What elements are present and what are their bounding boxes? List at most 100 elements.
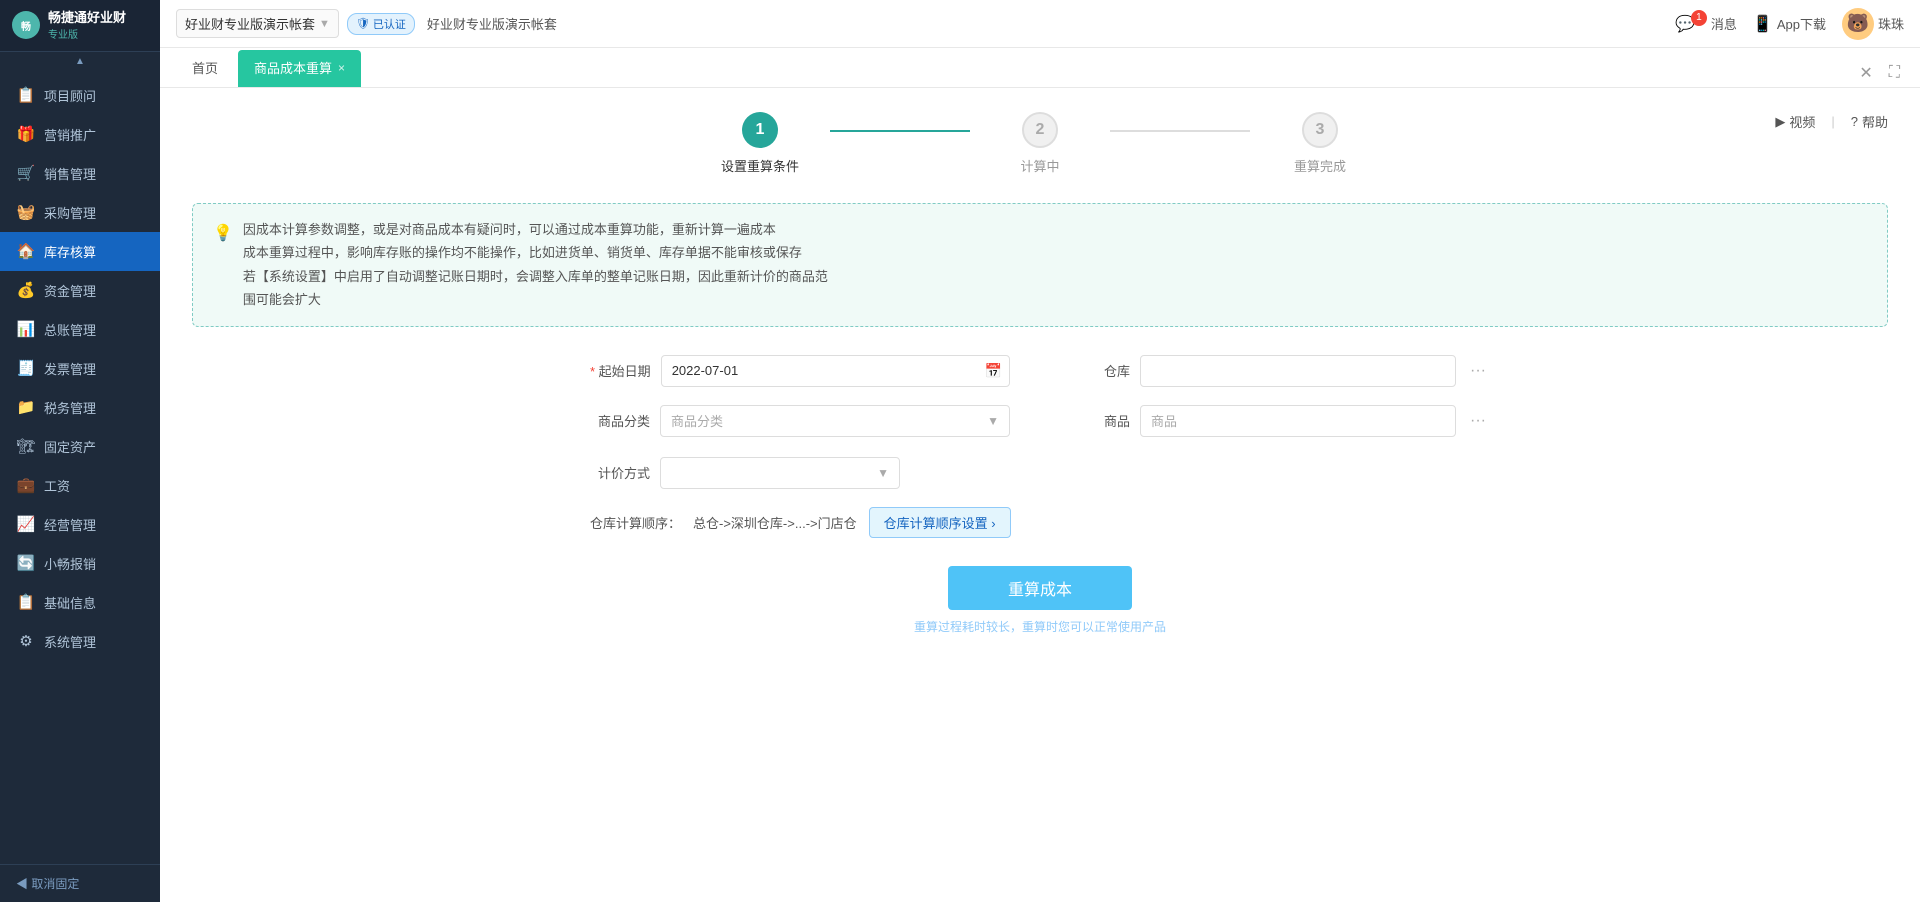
unpin-label: ◀ 取消固定 (16, 875, 79, 892)
app-download-action[interactable]: 📱 App下载 (1753, 14, 1826, 34)
product-more-btn[interactable]: ··· (1466, 412, 1490, 430)
stepper: 1 设置重算条件 2 计算中 3 重算完成 (192, 112, 1888, 175)
step-line-2 (1110, 130, 1250, 132)
tab-expand-btn[interactable]: ⛶ (1885, 60, 1904, 86)
recalc-btn-label: 重算成本 (1008, 582, 1072, 599)
category-arrow-icon: ▼ (987, 414, 999, 428)
user-name: 珠珠 (1878, 14, 1904, 33)
sidebar-item-assets[interactable]: 🏗 固定资产 (0, 427, 160, 466)
info-line-4: 围可能会扩大 (243, 288, 828, 311)
expense-icon: 🔄 (16, 554, 36, 572)
recalc-btn[interactable]: 重算成本 (948, 566, 1132, 610)
sidebar-item-system[interactable]: ⚙ 系统管理 (0, 622, 160, 661)
sidebar-logo: 畅 (12, 11, 40, 39)
user-avatar: 🐻 (1842, 8, 1874, 40)
info-box: 💡 因成本计算参数调整，或是对商品成本有疑问时，可以通过成本重算功能，重新计算一… (192, 203, 1888, 327)
info-line-1: 因成本计算参数调整，或是对商品成本有疑问时，可以通过成本重算功能，重新计算一遍成… (243, 218, 828, 241)
tab-home[interactable]: 首页 (176, 50, 234, 87)
assets-icon: 🏗 (16, 437, 36, 455)
app-download-label: App下载 (1777, 14, 1826, 33)
account-dropdown-icon: ▼ (319, 18, 330, 30)
sidebar-item-expense[interactable]: 🔄 小畅报销 (0, 544, 160, 583)
sidebar-subtitle: 专业版 (48, 26, 126, 41)
topbar: 好业财专业版演示帐套 ▼ 🛡 已认证 好业财专业版演示帐套 💬 1 消息 📱 A… (160, 0, 1920, 48)
sidebar-item-project[interactable]: 📋 项目顾问 (0, 76, 160, 115)
verified-badge: 🛡 已认证 (347, 13, 415, 35)
sidebar-item-inventory[interactable]: 🏠 库存核算 (0, 232, 160, 271)
sidebar-item-label: 经营管理 (44, 515, 96, 534)
tab-recalc[interactable]: 商品成本重算 × (238, 50, 361, 87)
calendar-icon[interactable]: 📅 (985, 362, 1002, 379)
category-select[interactable]: 商品分类 ▼ (660, 405, 1010, 437)
start-date-input[interactable] (661, 355, 1010, 387)
tabs-bar: 首页 商品成本重算 × ✕ ⛶ (160, 48, 1920, 88)
start-date-label: 起始日期 (590, 361, 651, 380)
sidebar-scroll-up[interactable]: ▲ (0, 52, 160, 72)
help-link[interactable]: ? 帮助 (1851, 112, 1888, 131)
sidebar-item-label: 固定资产 (44, 437, 96, 456)
form-grid: 起始日期 📅 仓库 ··· 商品分类 商品分类 ▼ (590, 355, 1490, 437)
main-area: 好业财专业版演示帐套 ▼ 🛡 已认证 好业财专业版演示帐套 💬 1 消息 📱 A… (160, 0, 1920, 902)
phone-icon: 📱 (1753, 14, 1773, 34)
sidebar-title: 畅捷通好业财 (48, 10, 126, 26)
warehouse-order-btn[interactable]: 仓库计算顺序设置 › (869, 507, 1011, 538)
help-row: ▶ 视频 | ? 帮助 (1775, 112, 1888, 131)
sidebar-item-invoice[interactable]: 🧾 发票管理 (0, 349, 160, 388)
pricing-select[interactable]: ▼ (660, 457, 900, 489)
sidebar-item-label: 小畅报销 (44, 554, 96, 573)
sidebar-item-marketing[interactable]: 🎁 营销推广 (0, 115, 160, 154)
tab-close-icon[interactable]: × (338, 61, 345, 75)
sidebar-item-operations[interactable]: 📈 经营管理 (0, 505, 160, 544)
step-1-label: 设置重算条件 (721, 156, 799, 175)
video-help[interactable]: ▶ 视频 (1775, 112, 1815, 131)
warehouse-order-value: 总仓->深圳仓库->...->门店仓 (693, 513, 857, 532)
step-1: 1 设置重算条件 (690, 112, 830, 175)
sidebar-item-label: 总账管理 (44, 320, 96, 339)
sidebar-item-basic[interactable]: 📋 基础信息 (0, 583, 160, 622)
product-select[interactable]: 商品 (1140, 405, 1456, 437)
sidebar-item-label: 系统管理 (44, 632, 96, 651)
account-selector[interactable]: 好业财专业版演示帐套 ▼ (176, 9, 339, 38)
sidebar-item-purchase[interactable]: 🧺 采购管理 (0, 193, 160, 232)
basic-icon: 📋 (16, 593, 36, 611)
purchase-icon: 🧺 (16, 203, 36, 221)
tab-home-label: 首页 (192, 61, 218, 76)
sidebar-item-salary[interactable]: 💼 工资 (0, 466, 160, 505)
warehouse-label: 仓库 (1070, 361, 1130, 380)
salary-icon: 💼 (16, 476, 36, 494)
tab-close-btn[interactable]: ✕ (1855, 59, 1876, 87)
sidebar-item-label: 项目顾问 (44, 86, 96, 105)
warehouse-more-btn[interactable]: ··· (1466, 362, 1490, 380)
sidebar-item-accounting[interactable]: 📊 总账管理 (0, 310, 160, 349)
submit-hint: 重算过程耗时较长，重算时您可以正常使用产品 (192, 618, 1888, 635)
finance-icon: 💰 (16, 281, 36, 299)
pricing-row: 计价方式 ▼ (590, 457, 1490, 489)
sidebar: 畅 畅捷通好业财 专业版 ▲ 📋 项目顾问 🎁 营销推广 🛒 销售管理 🧺 采购… (0, 0, 160, 902)
sidebar-item-label: 采购管理 (44, 203, 96, 222)
start-date-row: 起始日期 📅 (590, 355, 1010, 387)
notification-badge: 1 (1691, 10, 1707, 26)
start-date-field: 📅 (661, 355, 1010, 387)
category-label: 商品分类 (590, 411, 650, 430)
verified-label: 已认证 (373, 16, 406, 32)
system-icon: ⚙ (16, 632, 36, 650)
sidebar-item-finance[interactable]: 💰 资金管理 (0, 271, 160, 310)
sales-icon: 🛒 (16, 164, 36, 182)
product-placeholder: 商品 (1151, 411, 1177, 430)
step-3: 3 重算完成 (1250, 112, 1390, 175)
marketing-icon: 🎁 (16, 125, 36, 143)
warehouse-order-label: 仓库计算顺序： (590, 513, 681, 532)
pricing-label: 计价方式 (590, 463, 650, 482)
sidebar-item-sales[interactable]: 🛒 销售管理 (0, 154, 160, 193)
sidebar-unpin[interactable]: ◀ 取消固定 (0, 864, 160, 902)
message-label: 消息 (1711, 14, 1737, 33)
user-action[interactable]: 🐻 珠珠 (1842, 8, 1904, 40)
sidebar-item-label: 基础信息 (44, 593, 96, 612)
sidebar-item-tax[interactable]: 📁 税务管理 (0, 388, 160, 427)
category-row: 商品分类 商品分类 ▼ (590, 405, 1010, 437)
submit-area: 重算成本 重算过程耗时较长，重算时您可以正常使用产品 (192, 566, 1888, 635)
message-action[interactable]: 💬 1 消息 (1675, 14, 1737, 34)
step-2-circle: 2 (1022, 112, 1058, 148)
warehouse-select[interactable] (1140, 355, 1456, 387)
operations-icon: 📈 (16, 515, 36, 533)
